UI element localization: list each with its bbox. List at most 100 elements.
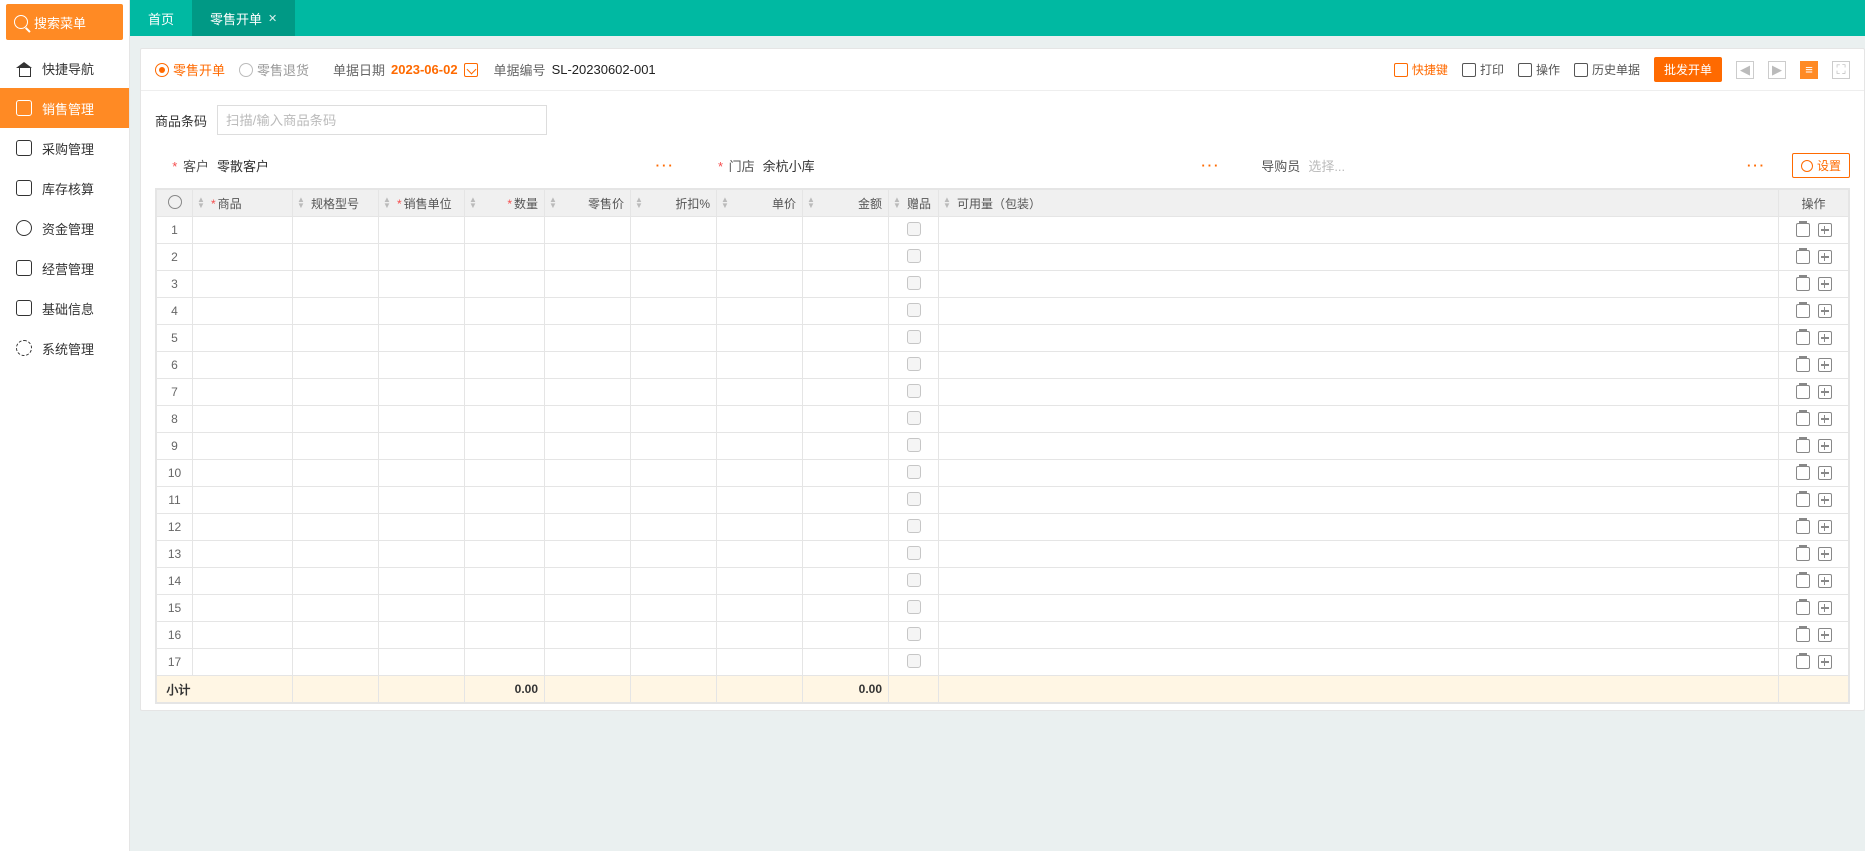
delete-row-icon[interactable] xyxy=(1796,223,1810,237)
add-row-icon[interactable] xyxy=(1818,628,1832,642)
shortcut-link[interactable]: 快捷键 xyxy=(1394,61,1448,78)
barcode-input[interactable] xyxy=(217,105,547,135)
delete-row-icon[interactable] xyxy=(1796,493,1810,507)
table-row[interactable]: 15 xyxy=(157,595,1849,622)
gift-checkbox[interactable] xyxy=(907,330,921,344)
table-row[interactable]: 1 xyxy=(157,217,1849,244)
order-type-radio-0[interactable]: 零售开单 xyxy=(155,60,225,79)
gift-checkbox[interactable] xyxy=(907,546,921,560)
gift-checkbox[interactable] xyxy=(907,249,921,263)
add-row-icon[interactable] xyxy=(1818,520,1832,534)
add-row-icon[interactable] xyxy=(1818,250,1832,264)
table-row[interactable]: 13 xyxy=(157,541,1849,568)
customer-value[interactable]: 零散客户 xyxy=(217,156,648,175)
gift-checkbox[interactable] xyxy=(907,384,921,398)
store-value[interactable]: 余杭小库 xyxy=(763,156,1194,175)
gift-checkbox[interactable] xyxy=(907,411,921,425)
table-row[interactable]: 3 xyxy=(157,271,1849,298)
add-row-icon[interactable] xyxy=(1818,547,1832,561)
table-row[interactable]: 2 xyxy=(157,244,1849,271)
delete-row-icon[interactable] xyxy=(1796,655,1810,669)
gift-checkbox[interactable] xyxy=(907,573,921,587)
tab-1[interactable]: 零售开单✕ xyxy=(192,0,295,36)
delete-row-icon[interactable] xyxy=(1796,574,1810,588)
delete-row-icon[interactable] xyxy=(1796,466,1810,480)
gift-checkbox[interactable] xyxy=(907,519,921,533)
guide-picker-icon[interactable]: ··· xyxy=(1747,158,1766,173)
close-icon[interactable]: ✕ xyxy=(268,12,277,25)
table-row[interactable]: 6 xyxy=(157,352,1849,379)
add-row-icon[interactable] xyxy=(1818,385,1832,399)
table-row[interactable]: 10 xyxy=(157,460,1849,487)
col-qty[interactable]: ▲▼*数量 xyxy=(465,190,545,217)
delete-row-icon[interactable] xyxy=(1796,250,1810,264)
table-row[interactable]: 16 xyxy=(157,622,1849,649)
col-gear[interactable] xyxy=(157,190,193,217)
gift-checkbox[interactable] xyxy=(907,492,921,506)
add-row-icon[interactable] xyxy=(1818,304,1832,318)
add-row-icon[interactable] xyxy=(1818,277,1832,291)
delete-row-icon[interactable] xyxy=(1796,331,1810,345)
gift-checkbox[interactable] xyxy=(907,627,921,641)
delete-row-icon[interactable] xyxy=(1796,358,1810,372)
store-picker-icon[interactable]: ··· xyxy=(1201,158,1220,173)
gift-checkbox[interactable] xyxy=(907,600,921,614)
col-gift[interactable]: ▲▼赠品 xyxy=(889,190,939,217)
tab-0[interactable]: 首页 xyxy=(130,0,192,36)
gift-checkbox[interactable] xyxy=(907,465,921,479)
order-type-radio-1[interactable]: 零售退货 xyxy=(239,60,309,79)
prev-doc-button[interactable]: ◀ xyxy=(1736,61,1754,79)
gift-checkbox[interactable] xyxy=(907,222,921,236)
doc-date-value[interactable]: 2023-06-02 xyxy=(391,62,458,77)
delete-row-icon[interactable] xyxy=(1796,601,1810,615)
delete-row-icon[interactable] xyxy=(1796,277,1810,291)
sidebar-item-3[interactable]: 库存核算 xyxy=(0,168,129,208)
col-amount[interactable]: ▲▼金额 xyxy=(803,190,889,217)
col-retail[interactable]: ▲▼零售价 xyxy=(545,190,631,217)
delete-row-icon[interactable] xyxy=(1796,439,1810,453)
delete-row-icon[interactable] xyxy=(1796,412,1810,426)
bulk-order-button[interactable]: 批发开单 xyxy=(1654,57,1722,82)
expand-button[interactable]: ⛶ xyxy=(1832,61,1850,79)
history-link[interactable]: 历史单据 xyxy=(1574,61,1640,78)
customer-picker-icon[interactable]: ··· xyxy=(656,158,675,173)
sidebar-item-2[interactable]: 采购管理 xyxy=(0,128,129,168)
table-row[interactable]: 17 xyxy=(157,649,1849,676)
gift-checkbox[interactable] xyxy=(907,276,921,290)
print-link[interactable]: 打印 xyxy=(1462,61,1504,78)
gift-checkbox[interactable] xyxy=(907,357,921,371)
add-row-icon[interactable] xyxy=(1818,358,1832,372)
table-row[interactable]: 7 xyxy=(157,379,1849,406)
col-discount[interactable]: ▲▼折扣% xyxy=(631,190,717,217)
add-row-icon[interactable] xyxy=(1818,412,1832,426)
sidebar-item-0[interactable]: 快捷导航 xyxy=(0,48,129,88)
add-row-icon[interactable] xyxy=(1818,574,1832,588)
table-row[interactable]: 12 xyxy=(157,514,1849,541)
add-row-icon[interactable] xyxy=(1818,601,1832,615)
sidebar-item-4[interactable]: 资金管理 xyxy=(0,208,129,248)
add-row-icon[interactable] xyxy=(1818,655,1832,669)
table-row[interactable]: 11 xyxy=(157,487,1849,514)
delete-row-icon[interactable] xyxy=(1796,520,1810,534)
sidebar-item-6[interactable]: 基础信息 xyxy=(0,288,129,328)
delete-row-icon[interactable] xyxy=(1796,628,1810,642)
table-row[interactable]: 14 xyxy=(157,568,1849,595)
add-row-icon[interactable] xyxy=(1818,493,1832,507)
col-available[interactable]: ▲▼可用量（包装） xyxy=(939,190,1779,217)
table-row[interactable]: 5 xyxy=(157,325,1849,352)
col-unit[interactable]: ▲▼*销售单位 xyxy=(379,190,465,217)
gift-checkbox[interactable] xyxy=(907,303,921,317)
sidebar-item-7[interactable]: 系统管理 xyxy=(0,328,129,368)
add-row-icon[interactable] xyxy=(1818,331,1832,345)
table-row[interactable]: 9 xyxy=(157,433,1849,460)
table-row[interactable]: 8 xyxy=(157,406,1849,433)
col-spec[interactable]: ▲▼规格型号 xyxy=(293,190,379,217)
delete-row-icon[interactable] xyxy=(1796,304,1810,318)
sidebar-item-1[interactable]: 销售管理 xyxy=(0,88,129,128)
delete-row-icon[interactable] xyxy=(1796,547,1810,561)
gift-checkbox[interactable] xyxy=(907,654,921,668)
operate-link[interactable]: 操作 xyxy=(1518,61,1560,78)
add-row-icon[interactable] xyxy=(1818,439,1832,453)
table-row[interactable]: 4 xyxy=(157,298,1849,325)
guide-value[interactable]: 选择... xyxy=(1308,156,1739,175)
